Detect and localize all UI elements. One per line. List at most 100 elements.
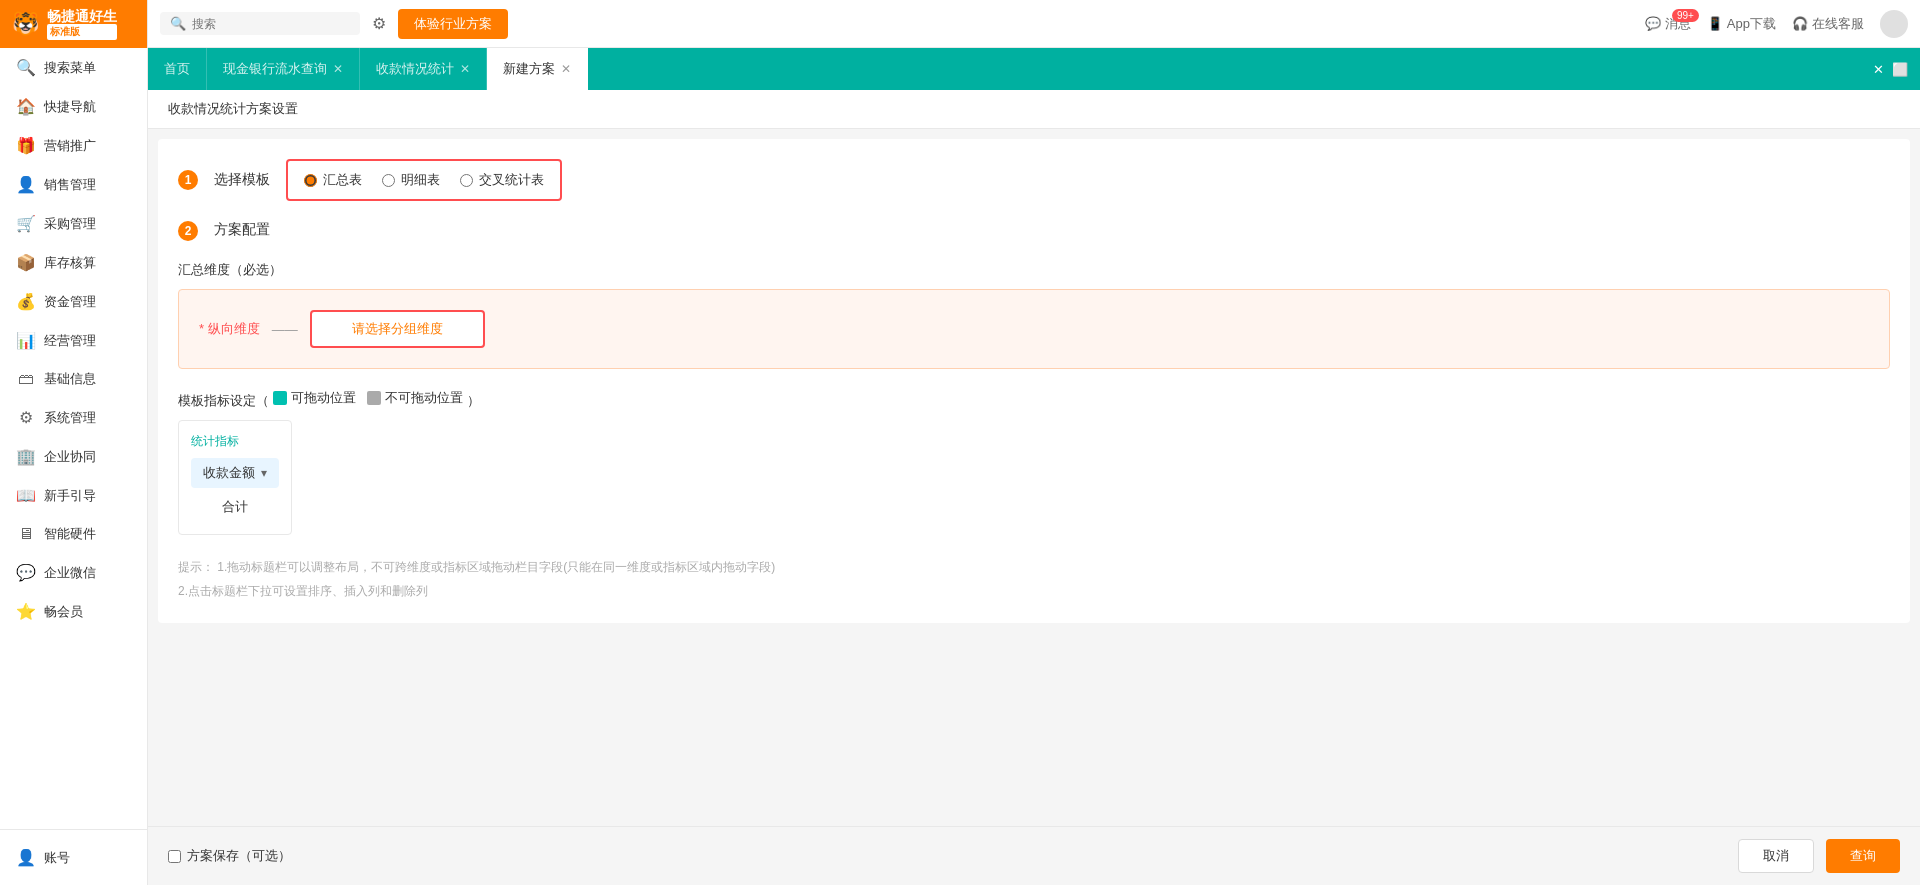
footer: 方案保存（可选） 取消 查询: [148, 826, 1920, 885]
indicator-section: 模板指标设定（ 可拖动位置 不可拖动位置 ） 统计指标: [178, 389, 1890, 535]
sidebar-label-quick-nav: 快捷导航: [44, 98, 96, 116]
sidebar-label-search-menu: 搜索菜单: [44, 59, 96, 77]
sidebar-item-finance[interactable]: 💰资金管理: [0, 282, 147, 321]
dimension-placeholder[interactable]: 请选择分组维度: [310, 310, 485, 348]
dimension-section: 汇总维度（必选） * 纵向维度 —— 请选择分组维度: [178, 261, 1890, 369]
tab-close-cash-bank[interactable]: ✕: [333, 62, 343, 76]
tab-label-home: 首页: [164, 60, 190, 78]
sidebar: 🐯 畅捷通好生 标准版 🔍 搜索菜单 🏠 快捷导航 🎁营销推广 👤 销售管理 🛒采购管理📦库存…: [0, 0, 148, 885]
search-input[interactable]: [192, 17, 332, 31]
vertical-label: * 纵向维度: [199, 320, 260, 338]
cancel-button[interactable]: 取消: [1738, 839, 1814, 873]
topbar-search-box[interactable]: 🔍: [160, 12, 360, 35]
step2-label: 方案配置: [214, 221, 270, 239]
page-title: 收款情况统计方案设置: [148, 90, 1920, 129]
tabs-bar: 首页现金银行流水查询✕收款情况统计✕ 新建方案 ✕ ✕ ⬜: [148, 48, 1920, 90]
member-icon: ⭐: [16, 602, 36, 621]
download-icon: 📱: [1707, 16, 1723, 31]
basic-info-icon: 🗃: [16, 370, 36, 388]
close-window-icon[interactable]: ✕: [1873, 62, 1884, 77]
step2-row: 2 方案配置: [178, 221, 1890, 241]
radio-group-template: 汇总表 明细表 交叉统计表: [304, 171, 544, 189]
sidebar-item-hardware[interactable]: 🖥智能硬件: [0, 515, 147, 553]
sidebar-item-basic-info[interactable]: 🗃 基础信息: [0, 360, 147, 398]
indicator-total: 合计: [191, 492, 279, 522]
radio-cross-label: 交叉统计表: [479, 171, 544, 189]
sidebar-item-quick-nav[interactable]: 🏠 快捷导航: [0, 87, 147, 126]
indicator-card-label: 收款金额: [203, 464, 255, 482]
tab-close-new-plan[interactable]: ✕: [561, 62, 571, 76]
sidebar-logo: 🐯 畅捷通好生 标准版: [0, 0, 147, 48]
indicator-card-area: 统计指标 收款金额 ▾ 合计: [178, 420, 292, 535]
tabs-actions: ✕ ⬜: [1861, 62, 1920, 77]
notification-btn[interactable]: 💬 消息 99+: [1645, 15, 1691, 33]
inventory-icon: 📦: [16, 253, 36, 272]
topbar: 🔍 ⚙ 体验行业方案 💬 消息 99+ 📱 App下载 🎧 在线客服: [148, 0, 1920, 48]
sidebar-label-basic-info: 基础信息: [44, 370, 96, 388]
sidebar-item-sales[interactable]: 👤 销售管理: [0, 165, 147, 204]
sales-icon: 👤: [16, 175, 36, 194]
avatar[interactable]: [1880, 10, 1908, 38]
message-icon: 💬: [1645, 16, 1661, 31]
gear-icon[interactable]: ⚙: [372, 14, 386, 33]
hint-2: 2.点击标题栏下拉可设置排序、插入列和删除列: [178, 579, 1890, 603]
maximize-icon[interactable]: ⬜: [1892, 62, 1908, 77]
quick-nav-icon: 🏠: [16, 97, 36, 116]
dimension-box: * 纵向维度 —— 请选择分组维度: [178, 289, 1890, 369]
dimension-arrow: ——: [272, 322, 298, 337]
step1-badge: 1: [178, 170, 198, 190]
weixin-icon: 💬: [16, 563, 36, 582]
form-section: 1 选择模板 汇总表 明细表 交叉统计表: [158, 139, 1910, 623]
sidebar-label-sales: 销售管理: [44, 176, 96, 194]
sidebar-item-enterprise[interactable]: 🏢企业协同: [0, 437, 147, 476]
enterprise-icon: 🏢: [16, 447, 36, 466]
query-button[interactable]: 查询: [1826, 839, 1900, 873]
sidebar-item-operations[interactable]: 📊 经营管理: [0, 321, 147, 360]
config-section: 汇总维度（必选） * 纵向维度 —— 请选择分组维度 模板指标设定（: [178, 261, 1890, 603]
hint-1: 提示： 1.拖动标题栏可以调整布局，不可跨维度或指标区域拖动栏目字段(只能在同一…: [178, 555, 1890, 579]
system-icon: ⚙: [16, 408, 36, 427]
sidebar-item-marketing[interactable]: 🎁营销推广: [0, 126, 147, 165]
logo-badge: 标准版: [47, 24, 117, 40]
footer-actions: 取消 查询: [1738, 839, 1900, 873]
purchase-icon: 🛒: [16, 214, 36, 233]
sidebar-label-finance: 资金管理: [44, 293, 96, 311]
tab-label-new-plan: 新建方案: [503, 60, 555, 78]
sidebar-item-purchase[interactable]: 🛒采购管理: [0, 204, 147, 243]
tab-new-plan[interactable]: 新建方案 ✕: [487, 48, 588, 90]
download-btn[interactable]: 📱 App下载: [1707, 15, 1776, 33]
logo-text: 畅捷通好生: [47, 8, 117, 25]
radio-summary[interactable]: 汇总表: [304, 171, 362, 189]
sidebar-item-weixin[interactable]: 💬 企业微信: [0, 553, 147, 592]
footer-save: 方案保存（可选）: [168, 847, 291, 865]
tab-home[interactable]: 首页: [148, 48, 207, 90]
service-btn[interactable]: 🎧 在线客服: [1792, 15, 1864, 33]
sidebar-label-system: 系统管理: [44, 409, 96, 427]
operations-icon: 📊: [16, 331, 36, 350]
hints-area: 提示： 1.拖动标题栏可以调整布局，不可跨维度或指标区域拖动栏目字段(只能在同一…: [178, 555, 1890, 603]
search-menu-icon: 🔍: [16, 58, 36, 77]
person-icon: 👤: [16, 848, 36, 867]
radio-cross[interactable]: 交叉统计表: [460, 171, 544, 189]
radio-detail-label: 明细表: [401, 171, 440, 189]
sidebar-item-beginner[interactable]: 📖新手引导: [0, 476, 147, 515]
sidebar-label-weixin: 企业微信: [44, 564, 96, 582]
hardware-icon: 🖥: [16, 525, 36, 543]
sidebar-label-operations: 经营管理: [44, 332, 96, 350]
radio-detail[interactable]: 明细表: [382, 171, 440, 189]
step1-row: 1 选择模板 汇总表 明细表 交叉统计表: [178, 159, 1890, 201]
save-checkbox[interactable]: [168, 850, 181, 863]
sidebar-label-marketing: 营销推广: [44, 137, 96, 155]
sidebar-label-beginner: 新手引导: [44, 487, 96, 505]
sidebar-item-inventory[interactable]: 📦库存核算: [0, 243, 147, 282]
indicator-card[interactable]: 收款金额 ▾: [191, 458, 279, 488]
sidebar-item-member[interactable]: ⭐畅会员: [0, 592, 147, 631]
tab-cash-bank[interactable]: 现金银行流水查询✕: [207, 48, 360, 90]
sidebar-item-system[interactable]: ⚙ 系统管理: [0, 398, 147, 437]
tab-collection-stat[interactable]: 收款情况统计✕: [360, 48, 487, 90]
sidebar-item-bottom1[interactable]: 👤 账号: [0, 838, 147, 877]
tab-close-collection-stat[interactable]: ✕: [460, 62, 470, 76]
industry-btn[interactable]: 体验行业方案: [398, 9, 508, 39]
download-label: App下载: [1727, 15, 1776, 33]
sidebar-item-search-menu[interactable]: 🔍 搜索菜单: [0, 48, 147, 87]
